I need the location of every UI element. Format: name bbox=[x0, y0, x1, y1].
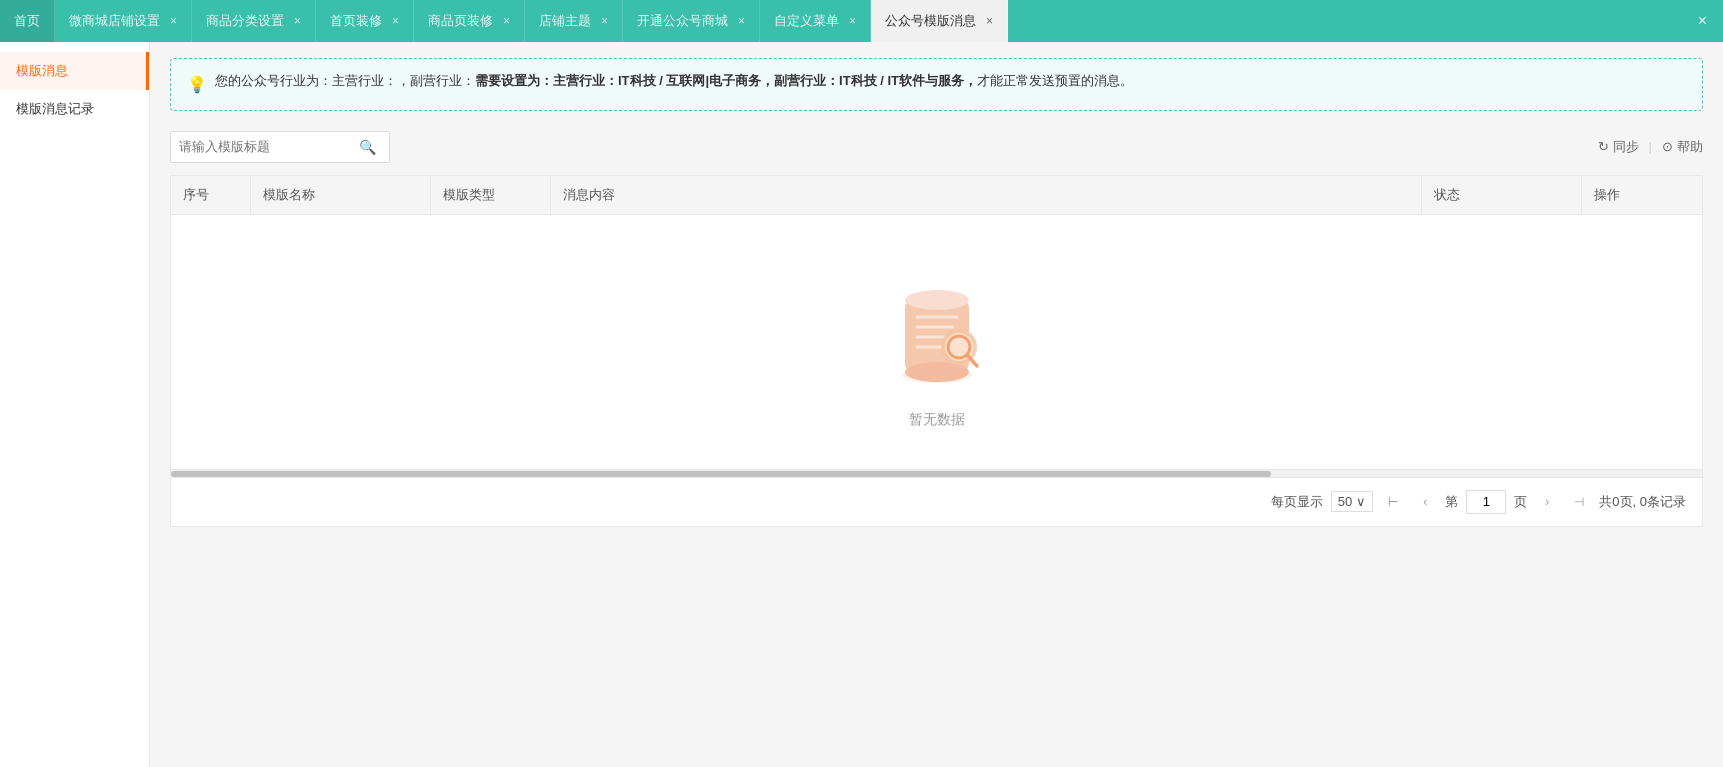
page-size-value: 50 bbox=[1338, 494, 1352, 509]
page-unit: 页 bbox=[1514, 493, 1527, 511]
nav-tab-home-decor-label: 首页装修 bbox=[330, 12, 382, 30]
nav-tab-template-msg-label: 公众号模版消息 bbox=[885, 12, 976, 30]
help-icon: ⊙ bbox=[1662, 139, 1673, 154]
search-input[interactable] bbox=[179, 139, 359, 154]
col-type: 模版类型 bbox=[431, 176, 551, 214]
chevron-down-icon: ∨ bbox=[1356, 494, 1366, 509]
pagination-summary: 共0页, 0条记录 bbox=[1599, 493, 1686, 511]
close-icon[interactable]: × bbox=[986, 14, 993, 28]
sync-button[interactable]: ↻ 同步 bbox=[1598, 138, 1639, 156]
di-label: 第 bbox=[1445, 493, 1458, 511]
nav-tab-theme[interactable]: 店铺主题 × bbox=[525, 0, 623, 42]
close-icon[interactable]: × bbox=[601, 14, 608, 28]
search-icon[interactable]: 🔍 bbox=[359, 139, 376, 155]
nav-tab-theme-label: 店铺主题 bbox=[539, 12, 591, 30]
page-size-select[interactable]: 50 ∨ bbox=[1331, 491, 1373, 512]
nav-tab-open-mall[interactable]: 开通公众号商城 × bbox=[623, 0, 760, 42]
notice-prefix: 您的公众号行业为：主营行业：，副营行业： bbox=[215, 73, 475, 88]
col-index: 序号 bbox=[171, 176, 251, 214]
notice-box: 💡 您的公众号行业为：主营行业：，副营行业：需要设置为：主营行业：IT科技 / … bbox=[170, 58, 1703, 111]
nav-tab-category-label: 商品分类设置 bbox=[206, 12, 284, 30]
first-page-button[interactable]: ⊢ bbox=[1381, 490, 1405, 514]
top-nav: 首页 微商城店铺设置 × 商品分类设置 × 首页装修 × 商品页装修 × 店铺主… bbox=[0, 0, 1723, 42]
table-container: 序号 模版名称 模版类型 消息内容 状态 操作 bbox=[170, 175, 1703, 527]
col-content: 消息内容 bbox=[551, 176, 1422, 214]
sidebar-item-template-msg-label: 模版消息 bbox=[16, 63, 68, 78]
content-area: 💡 您的公众号行业为：主营行业：，副营行业：需要设置为：主营行业：IT科技 / … bbox=[150, 42, 1723, 767]
nav-tab-product-decor-label: 商品页装修 bbox=[428, 12, 493, 30]
nav-tab-home-decor[interactable]: 首页装修 × bbox=[316, 0, 414, 42]
toolbar: 🔍 ↻ 同步 | ⊙ 帮助 bbox=[170, 131, 1703, 163]
scroll-thumb[interactable] bbox=[171, 471, 1271, 477]
nav-tab-open-mall-label: 开通公众号商城 bbox=[637, 12, 728, 30]
empty-text: 暂无数据 bbox=[909, 411, 965, 429]
page-size-label: 每页显示 bbox=[1271, 493, 1323, 511]
notice-emphasis: 需要设置为：主营行业：IT科技 / 互联网|电子商务，副营行业：IT科技 / I… bbox=[475, 73, 977, 88]
empty-illustration bbox=[877, 275, 997, 395]
close-all-button[interactable]: × bbox=[1682, 0, 1723, 42]
svg-point-2 bbox=[905, 290, 969, 310]
pagination: 每页显示 50 ∨ ⊢ ‹ 第 页 › ⊣ 共0页, 0条记录 bbox=[171, 477, 1702, 526]
sidebar-item-template-msg-record-label: 模版消息记录 bbox=[16, 101, 94, 116]
toolbar-right: ↻ 同步 | ⊙ 帮助 bbox=[1598, 138, 1703, 156]
close-icon[interactable]: × bbox=[503, 14, 510, 28]
prev-page-button[interactable]: ‹ bbox=[1413, 490, 1437, 514]
nav-tab-shop-setting[interactable]: 微商城店铺设置 × bbox=[55, 0, 192, 42]
bulb-icon: 💡 bbox=[187, 72, 207, 98]
nav-tab-template-msg[interactable]: 公众号模版消息 × bbox=[871, 0, 1008, 42]
next-page-button[interactable]: › bbox=[1535, 490, 1559, 514]
scroll-track[interactable] bbox=[171, 469, 1702, 477]
empty-state: 暂无数据 bbox=[171, 215, 1702, 469]
close-icon[interactable]: × bbox=[392, 14, 399, 28]
nav-tab-custom-menu[interactable]: 自定义菜单 × bbox=[760, 0, 871, 42]
search-box: 🔍 bbox=[170, 131, 390, 163]
sidebar-item-template-msg[interactable]: 模版消息 bbox=[0, 52, 149, 90]
nav-tab-shop-setting-label: 微商城店铺设置 bbox=[69, 12, 160, 30]
sidebar-item-template-msg-record[interactable]: 模版消息记录 bbox=[0, 90, 149, 128]
notice-suffix: 才能正常发送预置的消息。 bbox=[977, 73, 1133, 88]
table-header: 序号 模版名称 模版类型 消息内容 状态 操作 bbox=[171, 176, 1702, 215]
sidebar: 模版消息 模版消息记录 bbox=[0, 42, 150, 767]
col-status: 状态 bbox=[1422, 176, 1582, 214]
col-action: 操作 bbox=[1582, 176, 1702, 214]
nav-tab-custom-menu-label: 自定义菜单 bbox=[774, 12, 839, 30]
divider: | bbox=[1649, 139, 1652, 154]
nav-tab-category[interactable]: 商品分类设置 × bbox=[192, 0, 316, 42]
help-button[interactable]: ⊙ 帮助 bbox=[1662, 138, 1703, 156]
last-page-button[interactable]: ⊣ bbox=[1567, 490, 1591, 514]
nav-tab-product-decor[interactable]: 商品页装修 × bbox=[414, 0, 525, 42]
close-icon[interactable]: × bbox=[294, 14, 301, 28]
svg-point-3 bbox=[905, 362, 969, 382]
nav-tab-home[interactable]: 首页 bbox=[0, 0, 55, 42]
close-icon[interactable]: × bbox=[738, 14, 745, 28]
notice-text: 您的公众号行业为：主营行业：，副营行业：需要设置为：主营行业：IT科技 / 互联… bbox=[215, 71, 1133, 92]
main-layout: 模版消息 模版消息记录 💡 您的公众号行业为：主营行业：，副营行业：需要设置为：… bbox=[0, 42, 1723, 767]
help-label: 帮助 bbox=[1677, 138, 1703, 156]
sync-label: 同步 bbox=[1613, 138, 1639, 156]
close-icon[interactable]: × bbox=[849, 14, 856, 28]
col-name: 模版名称 bbox=[251, 176, 431, 214]
close-icon[interactable]: × bbox=[170, 14, 177, 28]
page-number-input[interactable] bbox=[1466, 490, 1506, 514]
nav-tab-home-label: 首页 bbox=[14, 12, 40, 30]
refresh-icon: ↻ bbox=[1598, 139, 1609, 154]
